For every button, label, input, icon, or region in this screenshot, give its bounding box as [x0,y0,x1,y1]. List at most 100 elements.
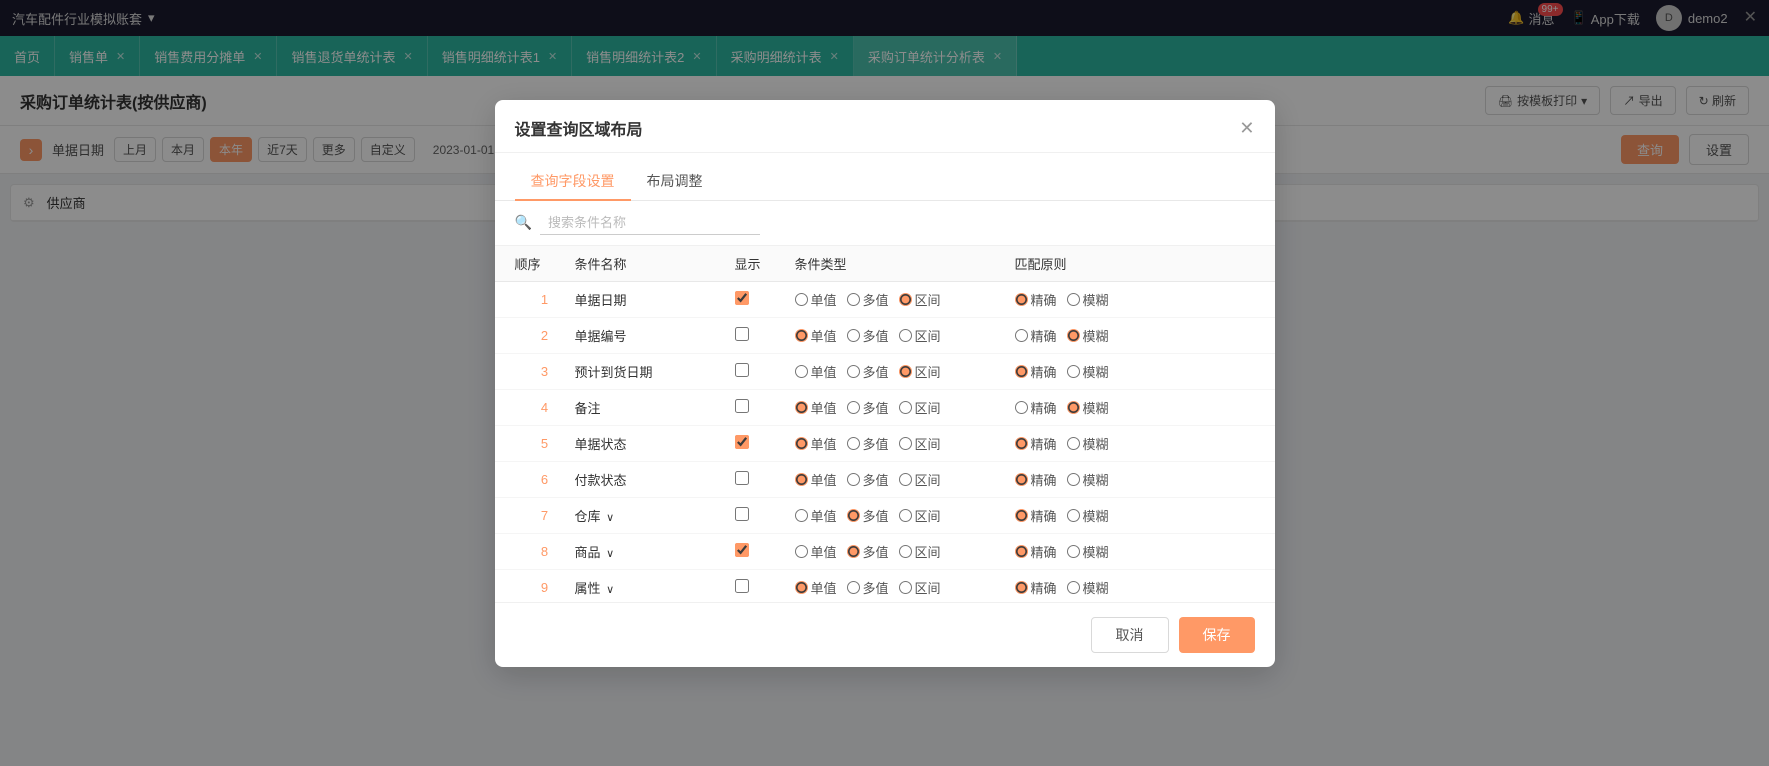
type-single[interactable]: 单值 [795,506,837,525]
type-multi[interactable]: 多值 [847,470,889,489]
match-radio-group: 精确 模糊 [1015,542,1215,561]
row-index: 9 [515,580,575,595]
display-check-9[interactable] [735,579,749,593]
display-checkbox[interactable] [735,435,795,452]
match-fuzzy[interactable]: 模糊 [1067,506,1109,525]
type-multi[interactable]: 多值 [847,290,889,309]
display-checkbox[interactable] [735,327,795,344]
match-radio-group: 精确 模糊 [1015,578,1215,597]
row-name: 仓库 ∨ [575,506,735,525]
row-name: 付款状态 [575,470,735,489]
display-check-7[interactable] [735,507,749,521]
display-checkbox[interactable] [735,471,795,488]
modal-header: 设置查询区域布局 ✕ [495,100,1275,153]
modal-tab-layout[interactable]: 布局调整 [631,163,719,201]
match-fuzzy[interactable]: 模糊 [1067,434,1109,453]
type-multi[interactable]: 多值 [847,362,889,381]
cancel-button[interactable]: 取消 [1091,617,1169,653]
type-range[interactable]: 区间 [899,470,941,489]
display-check-2[interactable] [735,327,749,341]
type-range[interactable]: 区间 [899,506,941,525]
table-row: 7 仓库 ∨ 单值 多值 区间 精确 模糊 [495,498,1275,534]
display-check-6[interactable] [735,471,749,485]
type-radio-group: 单值 多值 区间 [795,506,1015,525]
match-exact[interactable]: 精确 [1015,398,1057,417]
match-fuzzy[interactable]: 模糊 [1067,542,1109,561]
type-single[interactable]: 单值 [795,542,837,561]
table-row: 1 单据日期 单值 多值 区间 精确 模糊 [495,282,1275,318]
display-check-5[interactable] [735,435,749,449]
match-exact[interactable]: 精确 [1015,542,1057,561]
match-exact[interactable]: 精确 [1015,362,1057,381]
row-index: 1 [515,292,575,307]
modal-title: 设置查询区域布局 [515,116,643,140]
type-range[interactable]: 区间 [899,542,941,561]
display-checkbox[interactable] [735,291,795,308]
match-radio-group: 精确 模糊 [1015,290,1215,309]
type-radio-group: 单值 多值 区间 [795,578,1015,597]
search-input[interactable] [540,211,760,235]
match-fuzzy[interactable]: 模糊 [1067,398,1109,417]
save-button[interactable]: 保存 [1179,617,1255,653]
row-index: 4 [515,400,575,415]
type-radio-group: 单值 多值 区间 [795,290,1015,309]
display-check-4[interactable] [735,399,749,413]
type-range[interactable]: 区间 [899,434,941,453]
modal-search-area: 🔍 [495,201,1275,246]
type-multi[interactable]: 多值 [847,542,889,561]
match-fuzzy[interactable]: 模糊 [1067,326,1109,345]
display-checkbox[interactable] [735,363,795,380]
type-range[interactable]: 区间 [899,578,941,597]
col-order: 顺序 [515,254,575,273]
type-single[interactable]: 单值 [795,434,837,453]
display-check-3[interactable] [735,363,749,377]
type-radio-group: 单值 多值 区间 [795,398,1015,417]
type-single[interactable]: 单值 [795,326,837,345]
display-check-8[interactable] [735,543,749,557]
display-checkbox[interactable] [735,579,795,596]
match-exact[interactable]: 精确 [1015,434,1057,453]
match-exact[interactable]: 精确 [1015,290,1057,309]
match-exact[interactable]: 精确 [1015,578,1057,597]
type-range[interactable]: 区间 [899,362,941,381]
type-single[interactable]: 单值 [795,470,837,489]
type-multi[interactable]: 多值 [847,326,889,345]
type-multi[interactable]: 多值 [847,434,889,453]
display-checkbox[interactable] [735,399,795,416]
match-fuzzy[interactable]: 模糊 [1067,290,1109,309]
type-multi[interactable]: 多值 [847,506,889,525]
modal-footer: 取消 保存 [495,602,1275,667]
type-multi[interactable]: 多值 [847,578,889,597]
type-single[interactable]: 单值 [795,362,837,381]
col-display: 显示 [735,254,795,273]
modal-overlay: 设置查询区域布局 ✕ 查询字段设置 布局调整 🔍 顺序 条件名称 显示 条件类型… [0,0,1769,766]
type-single[interactable]: 单值 [795,578,837,597]
row-index: 7 [515,508,575,523]
row-index: 5 [515,436,575,451]
type-range[interactable]: 区间 [899,326,941,345]
modal-tab-query[interactable]: 查询字段设置 [515,163,631,201]
match-fuzzy[interactable]: 模糊 [1067,578,1109,597]
match-exact[interactable]: 精确 [1015,326,1057,345]
match-fuzzy[interactable]: 模糊 [1067,362,1109,381]
display-check-1[interactable] [735,291,749,305]
match-exact[interactable]: 精确 [1015,506,1057,525]
display-checkbox[interactable] [735,507,795,524]
type-single[interactable]: 单值 [795,290,837,309]
type-multi[interactable]: 多值 [847,398,889,417]
match-radio-group: 精确 模糊 [1015,362,1215,381]
match-radio-group: 精确 模糊 [1015,434,1215,453]
row-name: 商品 ∨ [575,542,735,561]
row-index: 6 [515,472,575,487]
type-range[interactable]: 区间 [899,290,941,309]
col-type: 条件类型 [795,254,1015,273]
type-radio-group: 单值 多值 区间 [795,470,1015,489]
match-fuzzy[interactable]: 模糊 [1067,470,1109,489]
match-exact[interactable]: 精确 [1015,470,1057,489]
type-range[interactable]: 区间 [899,398,941,417]
modal-close-button[interactable]: ✕ [1239,119,1254,137]
display-checkbox[interactable] [735,543,795,560]
type-single[interactable]: 单值 [795,398,837,417]
row-name: 预计到货日期 [575,362,735,381]
row-index: 8 [515,544,575,559]
